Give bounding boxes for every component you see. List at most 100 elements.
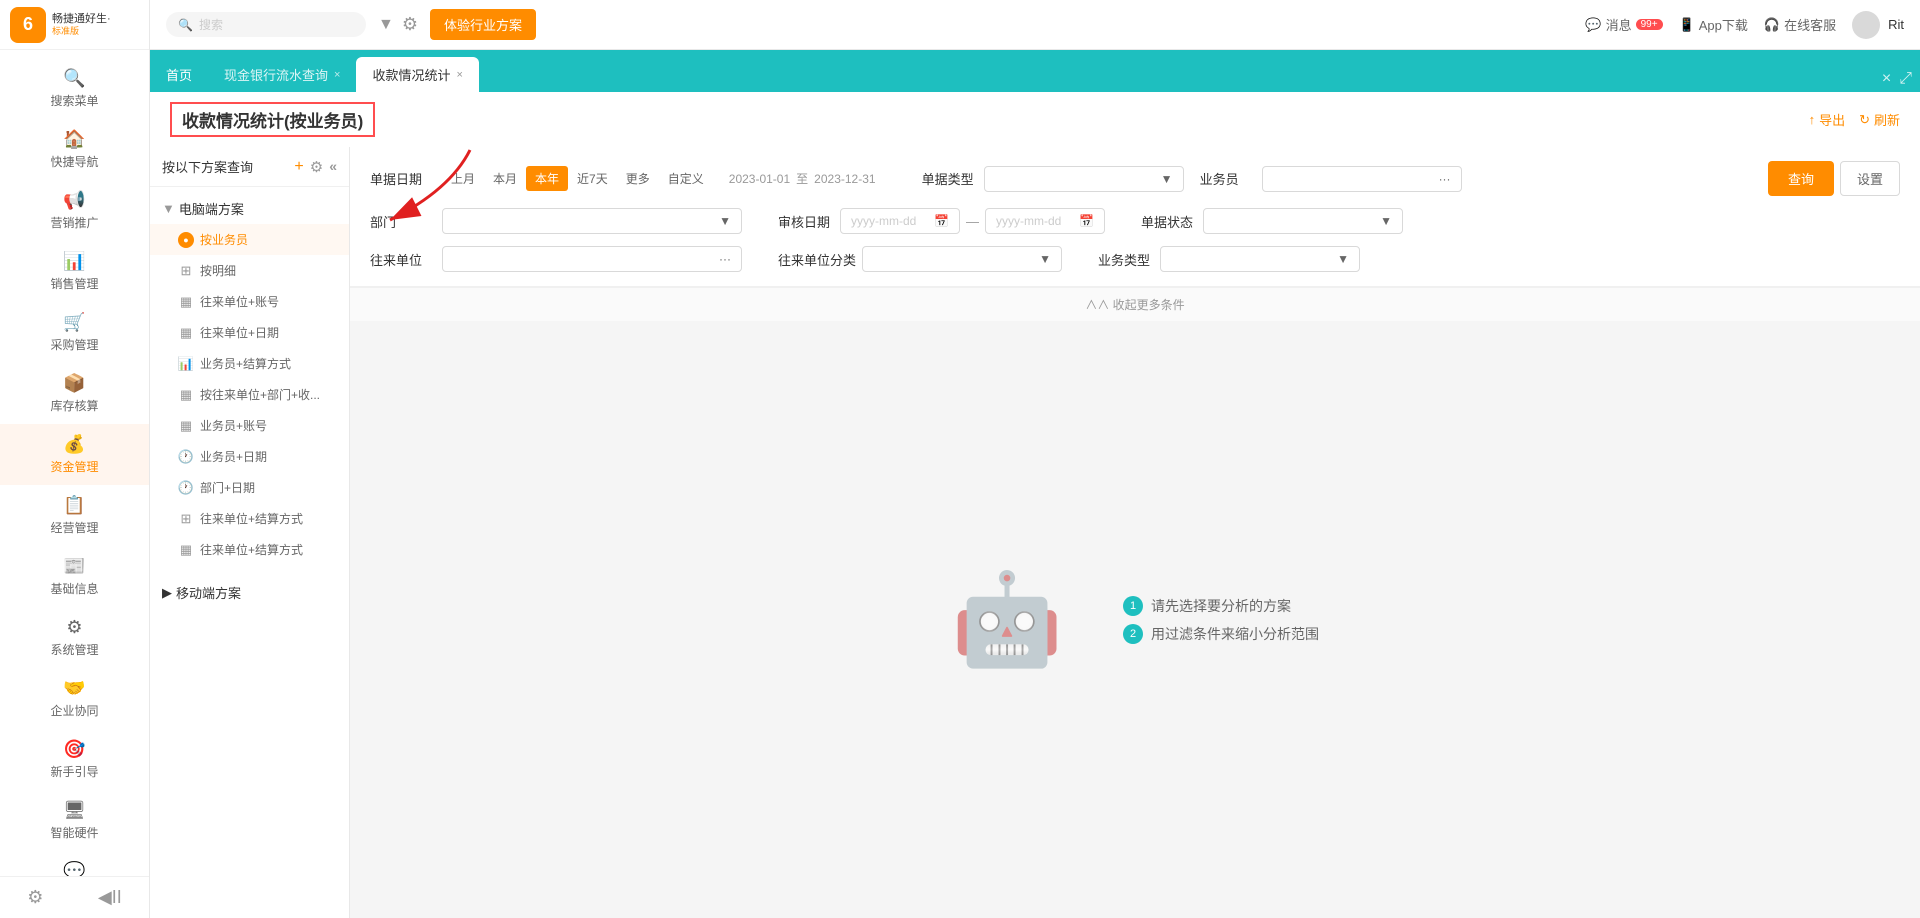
date-tab-more[interactable]: 更多 [617, 166, 659, 191]
sidebar-item-营销推广[interactable]: 📢营销推广 [0, 180, 149, 241]
settings-footer-icon[interactable]: ⚙ [27, 887, 43, 908]
partner-settlement1-icon: ⊞ [178, 511, 194, 527]
scheme-item-partner-settlement2[interactable]: ▦ 往来单位+结算方式 [150, 534, 349, 565]
dept-filter-label: 部门 [370, 212, 426, 231]
sidebar-item-基础信息[interactable]: 📰基础信息 [0, 546, 149, 607]
collapse-bar[interactable]: ∧∧ 收起更多条件 [350, 287, 1920, 321]
business-type-select[interactable]: ▼ [1160, 246, 1360, 272]
scheme-item-partner-account[interactable]: ▦ 往来单位+账号 [150, 286, 349, 317]
partner-select[interactable]: ··· [442, 246, 742, 272]
online-service-btn[interactable]: 🎧 在线客服 [1764, 15, 1836, 34]
tab-collection-stats[interactable]: 收款情况统计 × [356, 57, 478, 92]
partner-dept-label: 按往来单位+部门+收... [200, 386, 320, 403]
message-btn[interactable]: 💬 消息 99+ [1585, 15, 1662, 34]
add-scheme-btn[interactable]: + [294, 158, 303, 176]
date-filter-label: 单据日期 [370, 169, 426, 188]
search-icon: 🔍 [178, 18, 193, 32]
window-maximize-btn[interactable]: ⤢ [1899, 70, 1912, 88]
tab-home[interactable]: 首页 [150, 57, 208, 92]
sidebar-item-快捷导航[interactable]: 🏠快捷导航 [0, 119, 149, 180]
date-tab-this-year[interactable]: 本年 [526, 166, 568, 191]
query-button[interactable]: 查询 [1768, 161, 1834, 196]
business-type-label: 业务类型 [1098, 250, 1154, 269]
sidebar-item-销售管理[interactable]: 📊销售管理 [0, 241, 149, 302]
sidebar-icon: ⚙ [66, 617, 82, 638]
scheme-settings-icon[interactable]: ⚙ [310, 158, 323, 176]
desktop-group-label: 电脑端方案 [179, 199, 244, 218]
desktop-group-title[interactable]: ▼ 电脑端方案 [150, 193, 349, 224]
cash-flow-tab-close[interactable]: × [334, 69, 340, 81]
topbar-dropdown-icon[interactable]: ▼ [378, 16, 394, 34]
partner-settlement2-icon: ▦ [178, 542, 194, 558]
sidebar-label: 企业协同 [50, 702, 98, 719]
tab-cash-flow[interactable]: 现金银行流水查询 × [208, 57, 356, 92]
collapse-icon: ∧∧ [1085, 298, 1109, 312]
doc-status-select[interactable]: ▼ [1203, 208, 1403, 234]
mobile-group-arrow: ▶ [162, 585, 172, 601]
export-button[interactable]: ↑ 导出 [1809, 110, 1846, 129]
app-download-btn[interactable]: 📱 App下载 [1679, 15, 1748, 34]
collection-stats-tab-close[interactable]: × [456, 69, 462, 81]
mobile-group-title[interactable]: ▶ 移动端方案 [150, 577, 349, 608]
scheme-item-detail[interactable]: ⊞ 按明细 [150, 255, 349, 286]
sidebar-item-库存核算[interactable]: 📦库存核算 [0, 363, 149, 424]
date-tab-custom[interactable]: 自定义 [659, 166, 713, 191]
action-buttons: 查询 设置 [1768, 161, 1900, 196]
scheme-item-salesman[interactable]: ● 按业务员 [150, 224, 349, 255]
review-date-to-input[interactable]: yyyy-mm-dd 📅 [985, 208, 1105, 234]
date-tab-this-month[interactable]: 本月 [484, 166, 526, 191]
doc-type-select[interactable]: ▼ [984, 166, 1184, 192]
review-date-from-input[interactable]: yyyy-mm-dd 📅 [840, 208, 960, 234]
window-close-btn[interactable]: × [1882, 70, 1891, 88]
scheme-item-salesman-date[interactable]: 🕐 业务员+日期 [150, 441, 349, 472]
collapse-panel-btn[interactable]: « [329, 158, 337, 176]
sidebar-label: 资金管理 [50, 458, 98, 475]
collection-stats-tab-label: 收款情况统计 [372, 65, 450, 84]
trial-button[interactable]: 体验行业方案 [430, 9, 536, 40]
sidebar-item-企业协同[interactable]: 🤝企业协同 [0, 668, 149, 729]
scheme-item-partner-date[interactable]: ▦ 往来单位+日期 [150, 317, 349, 348]
sidebar-label: 搜索菜单 [50, 92, 98, 109]
topbar-actions: 💬 消息 99+ 📱 App下载 🎧 在线客服 Rit [1585, 11, 1904, 39]
partner-more-icon: ··· [719, 252, 731, 266]
sidebar-item-搜索菜单[interactable]: 🔍搜索菜单 [0, 58, 149, 119]
partner-category-label: 往来单位分类 [778, 250, 856, 269]
sidebar-label: 基础信息 [50, 580, 98, 597]
scheme-item-partner-dept[interactable]: ▦ 按往来单位+部门+收... [150, 379, 349, 410]
partner-category-chevron: ▼ [1039, 252, 1051, 266]
search-box[interactable]: 🔍 搜索 [166, 12, 366, 37]
sidebar-item-系统管理[interactable]: ⚙系统管理 [0, 607, 149, 668]
partner-category-select[interactable]: ▼ [862, 246, 1062, 272]
date-tab-7days[interactable]: 近7天 [568, 166, 617, 191]
window-controls: × ⤢ [1882, 70, 1920, 92]
date-tab-last-month[interactable]: 上月 [442, 166, 484, 191]
sidebar-item-新手引导[interactable]: 🎯新手引导 [0, 729, 149, 790]
hint-num-2: 2 [1123, 624, 1143, 644]
dept-date-label: 部门+日期 [200, 479, 255, 496]
settings-button[interactable]: 设置 [1840, 161, 1900, 196]
salesman-account-icon: ▦ [178, 418, 194, 434]
sidebar-icon: 🎯 [63, 739, 85, 760]
refresh-button[interactable]: ↻ 刷新 [1859, 110, 1900, 129]
scheme-item-partner-settlement1[interactable]: ⊞ 往来单位+结算方式 [150, 503, 349, 534]
dept-select[interactable]: ▼ [442, 208, 742, 234]
sidebar-item-企业微信[interactable]: 💬企业微信 [0, 851, 149, 876]
sidebar-item-采购管理[interactable]: 🛒采购管理 [0, 302, 149, 363]
topbar-gear-icon[interactable]: ⚙ [402, 14, 418, 35]
sidebar-item-智能硬件[interactable]: 🖥智能硬件 [0, 790, 149, 851]
dept-chevron: ▼ [719, 214, 731, 228]
scheme-item-salesman-settlement[interactable]: 📊 业务员+结算方式 [150, 348, 349, 379]
salesman-account-label: 业务员+账号 [200, 417, 267, 434]
main-content: 🔍 搜索 ▼ ⚙ 体验行业方案 💬 消息 99+ 📱 App下载 � [150, 0, 1920, 918]
page-content: 收款情况统计(按业务员) ↑ 导出 ↻ 刷新 [150, 92, 1920, 918]
sidebar-item-资金管理[interactable]: 💰资金管理 [0, 424, 149, 485]
sidebar-item-经营管理[interactable]: 📋经营管理 [0, 485, 149, 546]
sidebar-icon: 📊 [63, 251, 85, 272]
partner-settlement1-label: 往来单位+结算方式 [200, 510, 303, 527]
scheme-item-salesman-account[interactable]: ▦ 业务员+账号 [150, 410, 349, 441]
user-profile[interactable]: Rit [1852, 11, 1904, 39]
salesman-select[interactable]: ··· [1262, 166, 1462, 192]
collapse-sidebar-icon[interactable]: ◀II [98, 887, 122, 908]
page-title-box: 收款情况统计(按业务员) [170, 102, 375, 137]
scheme-item-dept-date[interactable]: 🕐 部门+日期 [150, 472, 349, 503]
